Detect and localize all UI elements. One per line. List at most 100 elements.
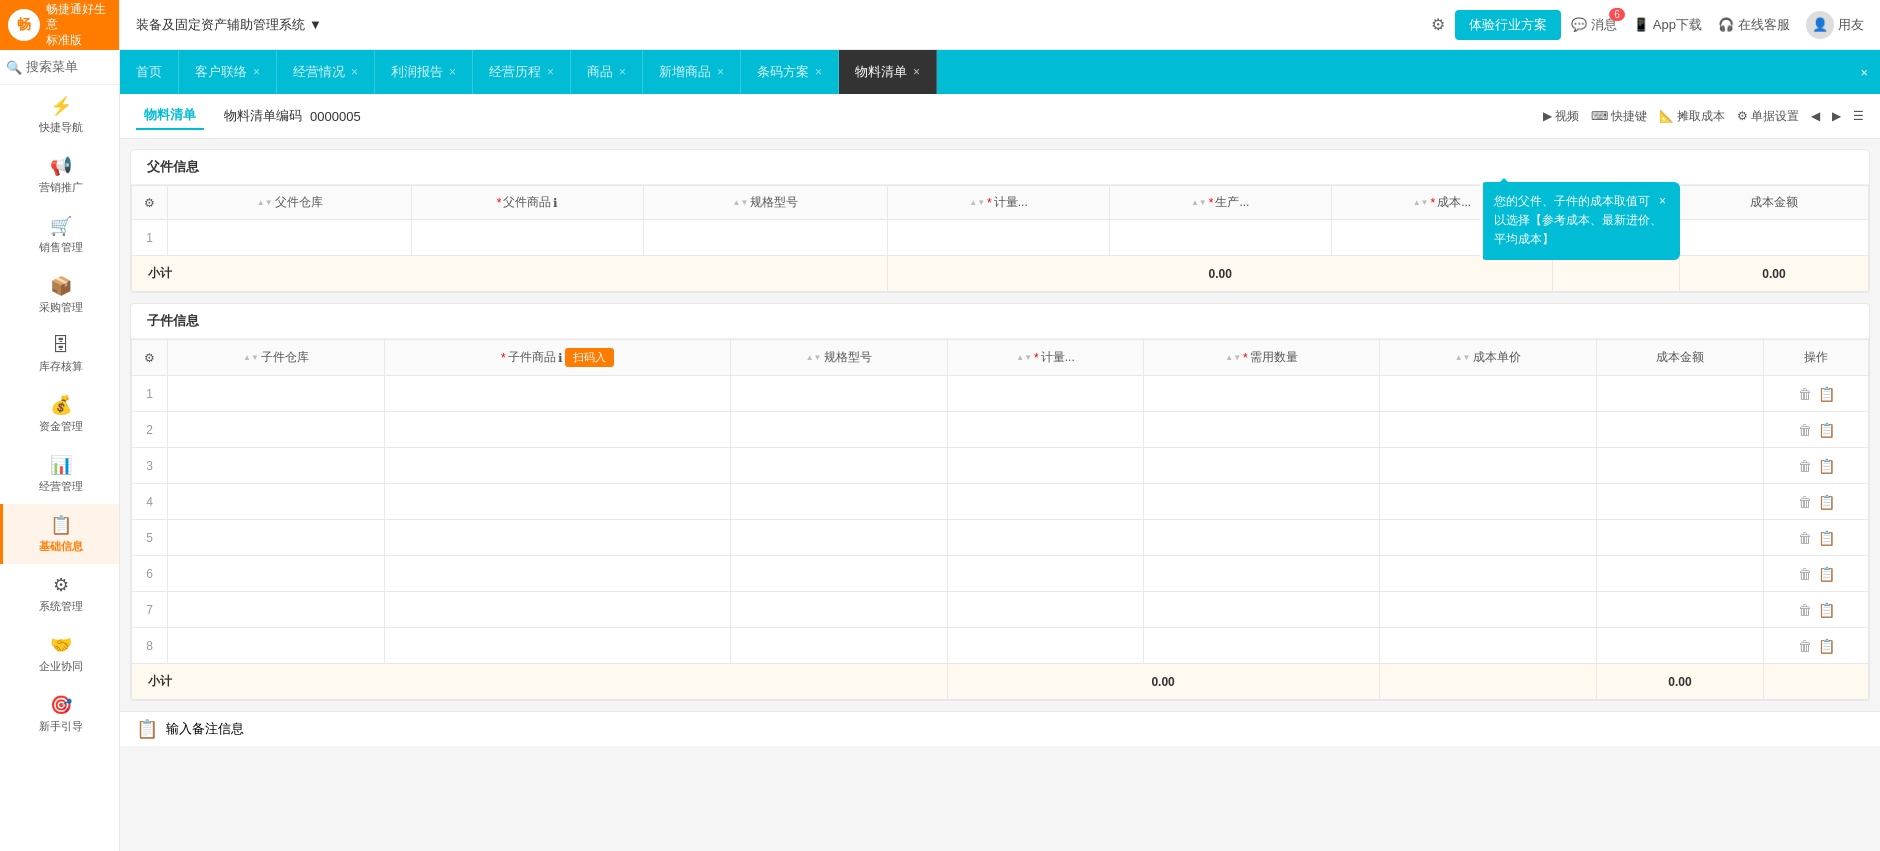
child-row2-qty[interactable] (1144, 412, 1379, 448)
tab-operation-close[interactable]: × (351, 65, 358, 79)
parent-row1-warehouse[interactable] (168, 220, 412, 256)
child-row4-goods[interactable] (384, 484, 730, 520)
child-row5-unit[interactable] (947, 520, 1144, 556)
parent-row1-amount[interactable] (1679, 220, 1868, 256)
sidebar-item-finance[interactable]: 💰 资金管理 (0, 384, 119, 444)
delete-icon[interactable]: 🗑 (1798, 494, 1812, 510)
child-row6-unit[interactable] (947, 556, 1144, 592)
child-row6-goods[interactable] (384, 556, 730, 592)
menu-icon[interactable]: ☰ (1853, 109, 1864, 123)
child-row3-qty[interactable] (1144, 448, 1379, 484)
delete-icon[interactable]: 🗑 (1798, 386, 1812, 402)
child-row4-amount[interactable] (1596, 484, 1764, 520)
copy-icon[interactable]: 📋 (1818, 638, 1835, 654)
sidebar-item-marketing[interactable]: 📢 营销推广 (0, 145, 119, 205)
copy-icon[interactable]: 📋 (1818, 422, 1835, 438)
tab-bom-close[interactable]: × (913, 65, 920, 79)
sidebar-item-inventory[interactable]: 🗄 库存核算 (0, 325, 119, 384)
app-download-button[interactable]: 📱 App下载 (1633, 16, 1702, 34)
message-button[interactable]: 💬 消息 6 (1571, 16, 1617, 34)
child-row5-qty[interactable] (1144, 520, 1379, 556)
tab-goods-close[interactable]: × (619, 65, 626, 79)
tab-new-goods-close[interactable]: × (717, 65, 724, 79)
child-row1-warehouse[interactable] (168, 376, 385, 412)
sidebar-item-guide[interactable]: 🎯 新手引导 (0, 684, 119, 744)
tab-new-goods[interactable]: 新增商品 × (643, 50, 741, 94)
child-row7-unit[interactable] (947, 592, 1144, 628)
child-row4-unit[interactable] (947, 484, 1144, 520)
child-row3-amount[interactable] (1596, 448, 1764, 484)
delete-icon[interactable]: 🗑 (1798, 566, 1812, 582)
sidebar-item-basic[interactable]: 📋 基础信息 (0, 504, 119, 564)
tab-customer[interactable]: 客户联络 × (179, 50, 277, 94)
child-row8-warehouse[interactable] (168, 628, 385, 664)
child-row4-warehouse[interactable] (168, 484, 385, 520)
tab-home[interactable]: 首页 (120, 50, 179, 94)
parent-row1-unit[interactable] (888, 220, 1110, 256)
child-row2-unit[interactable] (947, 412, 1144, 448)
child-row7-qty[interactable] (1144, 592, 1379, 628)
video-button[interactable]: ▶ 视频 (1543, 108, 1579, 125)
sidebar-item-operation[interactable]: 📊 经营管理 (0, 444, 119, 504)
child-row8-qty[interactable] (1144, 628, 1379, 664)
child-row8-amount[interactable] (1596, 628, 1764, 664)
tab-profit[interactable]: 利润报告 × (375, 50, 473, 94)
child-row5-unit-cost[interactable] (1379, 520, 1596, 556)
tab-history-close[interactable]: × (547, 65, 554, 79)
child-row1-qty[interactable] (1144, 376, 1379, 412)
shortcut-button[interactable]: ⌨ 快捷键 (1591, 108, 1647, 125)
child-row3-spec[interactable] (730, 448, 947, 484)
tab-operation[interactable]: 经营情况 × (277, 50, 375, 94)
delete-icon[interactable]: 🗑 (1798, 422, 1812, 438)
trial-button[interactable]: 体验行业方案 (1455, 10, 1561, 40)
child-row8-unit-cost[interactable] (1379, 628, 1596, 664)
settings-icon[interactable]: ⚙ (1431, 15, 1445, 34)
sub-tab-bom[interactable]: 物料清单 (136, 102, 204, 130)
child-row1-unit[interactable] (947, 376, 1144, 412)
tab-bom[interactable]: 物料清单 × (839, 50, 937, 94)
sidebar-item-sales[interactable]: 🛒 销售管理 (0, 205, 119, 265)
child-row6-amount[interactable] (1596, 556, 1764, 592)
copy-icon[interactable]: 📋 (1818, 494, 1835, 510)
delete-icon[interactable]: 🗑 (1798, 530, 1812, 546)
tab-history[interactable]: 经营历程 × (473, 50, 571, 94)
child-th-settings[interactable]: ⚙ (132, 340, 168, 376)
child-row1-amount[interactable] (1596, 376, 1764, 412)
child-row3-warehouse[interactable] (168, 448, 385, 484)
child-row4-qty[interactable] (1144, 484, 1379, 520)
parent-row1-spec[interactable] (643, 220, 887, 256)
child-row5-spec[interactable] (730, 520, 947, 556)
close-all-tabs-button[interactable]: × (1848, 65, 1880, 80)
copy-icon[interactable]: 📋 (1818, 458, 1835, 474)
child-row2-spec[interactable] (730, 412, 947, 448)
copy-icon[interactable]: 📋 (1818, 386, 1835, 402)
child-row6-qty[interactable] (1144, 556, 1379, 592)
parent-row1-goods[interactable] (412, 220, 643, 256)
user-button[interactable]: 👤 用友 (1806, 11, 1864, 39)
copy-icon[interactable]: 📋 (1818, 602, 1835, 618)
copy-icon[interactable]: 📋 (1818, 530, 1835, 546)
child-row3-unit-cost[interactable] (1379, 448, 1596, 484)
child-row4-spec[interactable] (730, 484, 947, 520)
child-row2-amount[interactable] (1596, 412, 1764, 448)
online-service-button[interactable]: 🎧 在线客服 (1718, 16, 1790, 34)
child-row6-unit-cost[interactable] (1379, 556, 1596, 592)
sidebar-search[interactable]: 🔍 搜索菜单 (0, 50, 119, 85)
child-row6-warehouse[interactable] (168, 556, 385, 592)
tab-barcode[interactable]: 条码方案 × (741, 50, 839, 94)
sidebar-item-purchase[interactable]: 📦 采购管理 (0, 265, 119, 325)
delete-icon[interactable]: 🗑 (1798, 638, 1812, 654)
cost-button[interactable]: 📐 摊取成本 (1659, 108, 1725, 125)
child-row1-spec[interactable] (730, 376, 947, 412)
sidebar-item-collab[interactable]: 🤝 企业协同 (0, 624, 119, 684)
child-row5-goods[interactable] (384, 520, 730, 556)
child-row2-unit-cost[interactable] (1379, 412, 1596, 448)
scan-button[interactable]: 扫码入 (565, 348, 614, 367)
child-row8-spec[interactable] (730, 628, 947, 664)
tab-goods[interactable]: 商品 × (571, 50, 643, 94)
tab-profit-close[interactable]: × (449, 65, 456, 79)
parent-row1-produce[interactable] (1109, 220, 1331, 256)
tab-barcode-close[interactable]: × (815, 65, 822, 79)
child-row7-goods[interactable] (384, 592, 730, 628)
child-row1-unit-cost[interactable] (1379, 376, 1596, 412)
